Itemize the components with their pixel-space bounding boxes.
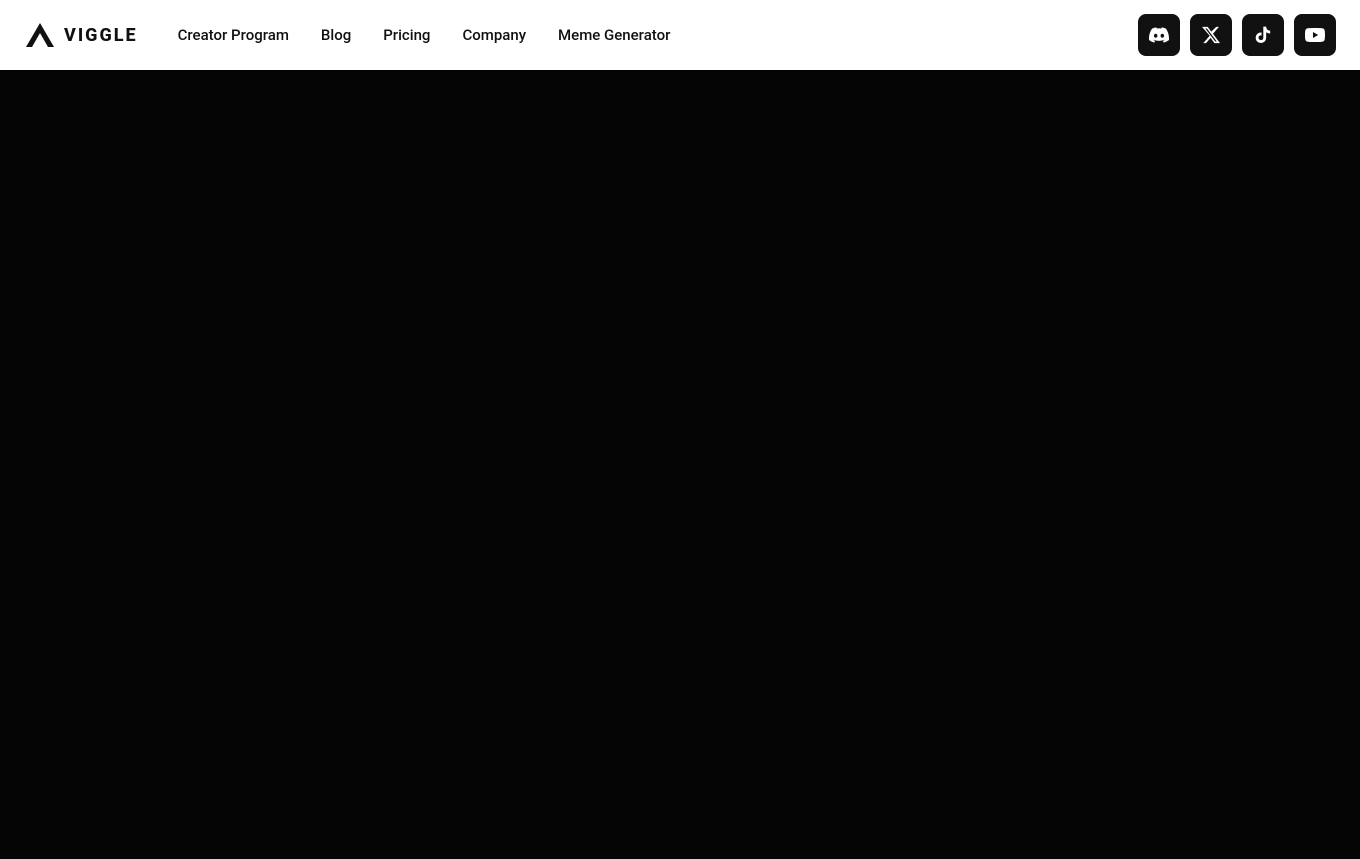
twitter-button[interactable] [1190,14,1232,56]
nav-link-meme-generator[interactable]: Meme Generator [558,26,670,44]
youtube-icon [1305,25,1325,45]
discord-icon [1149,25,1169,45]
twitter-icon [1201,25,1221,45]
nav-link-company[interactable]: Company [462,26,526,44]
nav-link-blog[interactable]: Blog [321,26,351,44]
viggle-logo-icon [24,19,56,51]
tiktok-button[interactable] [1242,14,1284,56]
youtube-button[interactable] [1294,14,1336,56]
discord-button[interactable] [1138,14,1180,56]
logo-text: VIGGLE [64,25,138,46]
navbar: VIGGLE Creator Program Blog Pricing Comp… [0,0,1360,70]
main-content [0,70,1360,859]
nav-link-creator-program[interactable]: Creator Program [178,26,289,44]
logo[interactable]: VIGGLE [24,19,138,51]
tiktok-icon [1253,25,1273,45]
nav-links: Creator Program Blog Pricing Company Mem… [178,26,1138,44]
nav-actions [1138,14,1336,56]
nav-link-pricing[interactable]: Pricing [383,26,430,44]
